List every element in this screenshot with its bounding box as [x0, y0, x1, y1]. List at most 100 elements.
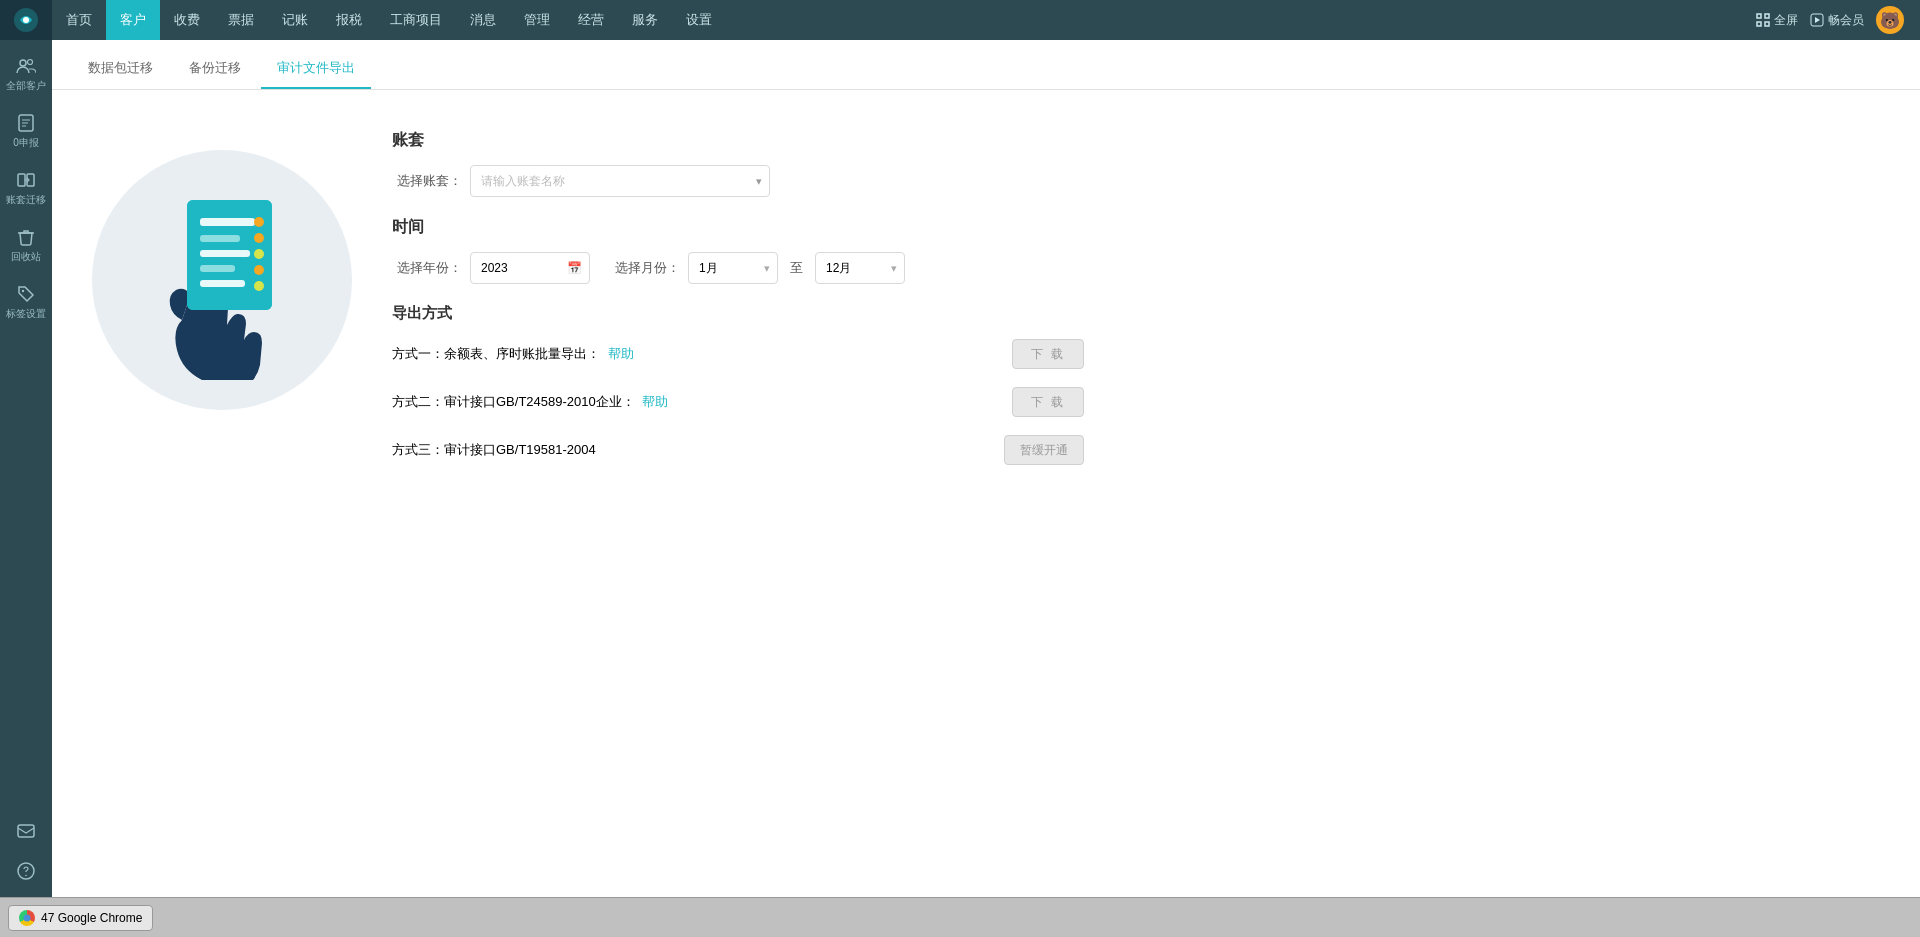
- fullscreen-button[interactable]: 全屏: [1756, 12, 1798, 29]
- svg-rect-22: [200, 265, 235, 272]
- svg-rect-23: [200, 280, 245, 287]
- member-button[interactable]: 畅会员: [1810, 12, 1864, 29]
- page-body: 账套 选择账套： ▾ 时间 选择年份： 📅: [52, 90, 1920, 897]
- export-method-1-download-button[interactable]: 下 载: [1012, 339, 1084, 369]
- sidebar-label-migrate: 账套迁移: [6, 193, 46, 207]
- time-section-title: 时间: [392, 217, 1092, 238]
- sidebar-item-help[interactable]: [2, 853, 50, 889]
- account-select-input[interactable]: [470, 165, 770, 197]
- migrate-icon: [16, 170, 36, 190]
- svg-rect-4: [1757, 22, 1761, 26]
- play-icon: [1810, 13, 1824, 27]
- fullscreen-label: 全屏: [1774, 12, 1798, 29]
- svg-rect-14: [18, 825, 34, 837]
- export-method-1-label: 方式一：余额表、序时账批量导出：: [392, 346, 600, 361]
- chrome-icon: [19, 910, 35, 926]
- time-row: 选择年份： 📅 选择月份： 1月2月3月4月 5月6月7月8月 9月10月11月…: [392, 252, 1092, 284]
- tab-backup-migration[interactable]: 备份迁移: [173, 59, 257, 89]
- svg-point-28: [254, 281, 264, 291]
- month-start-wrapper: 1月2月3月4月 5月6月7月8月 9月10月11月12月 ▾: [688, 252, 778, 284]
- export-method-3-coming-soon-button[interactable]: 暂缓开通: [1004, 435, 1084, 465]
- member-label: 畅会员: [1828, 12, 1864, 29]
- sidebar-item-all-customers[interactable]: 全部客户: [2, 48, 50, 101]
- top-navigation: 首页 客户 收费 票据 记账 报税 工商项目 消息 管理 经营 服务 设置 全屏: [0, 0, 1920, 40]
- account-section-title: 账套: [392, 130, 1092, 151]
- month-end-select[interactable]: 1月2月3月4月 5月6月7月8月 9月10月11月12月: [815, 252, 905, 284]
- svg-rect-21: [200, 250, 250, 257]
- svg-rect-19: [200, 218, 255, 226]
- month-end-wrapper: 1月2月3月4月 5月6月7月8月 9月10月11月12月 ▾: [815, 252, 905, 284]
- to-separator: 至: [786, 259, 807, 277]
- sidebar-item-trash[interactable]: 回收站: [2, 219, 50, 272]
- export-method-3-label: 方式三：审计接口GB/T19581-2004: [392, 442, 596, 457]
- nav-billing[interactable]: 收费: [160, 0, 214, 40]
- nav-invoice[interactable]: 票据: [214, 0, 268, 40]
- svg-point-13: [22, 290, 24, 292]
- account-select-wrapper: ▾: [470, 165, 770, 197]
- taskbar: 47 Google Chrome: [0, 897, 1920, 937]
- taskbar-chrome-label: 47 Google Chrome: [41, 911, 142, 925]
- nav-message[interactable]: 消息: [456, 0, 510, 40]
- nav-tax[interactable]: 报税: [322, 0, 376, 40]
- nav-customer[interactable]: 客户: [106, 0, 160, 40]
- sidebar-item-message[interactable]: [2, 813, 50, 849]
- illustration-circle: [92, 150, 352, 410]
- svg-point-25: [254, 233, 264, 243]
- top-nav-right: 全屏 畅会员 🐻: [1756, 6, 1920, 34]
- nav-business-mgmt[interactable]: 经营: [564, 0, 618, 40]
- export-method-2-row: 方式二：审计接口GB/T24589-2010企业： 帮助 下 载: [392, 387, 1092, 417]
- tab-bar: 数据包迁移 备份迁移 审计文件导出: [52, 40, 1920, 90]
- time-section-divider: 时间: [392, 217, 1092, 238]
- export-method-2-label: 方式二：审计接口GB/T24589-2010企业：: [392, 394, 635, 409]
- nav-service[interactable]: 服务: [618, 0, 672, 40]
- svg-rect-11: [18, 174, 25, 186]
- illustration-area: [92, 120, 352, 867]
- tab-data-migration[interactable]: 数据包迁移: [72, 59, 169, 89]
- sidebar-item-zero-declare[interactable]: 0申报: [2, 105, 50, 158]
- svg-point-26: [254, 249, 264, 259]
- svg-rect-2: [1757, 14, 1761, 18]
- sidebar-item-migrate[interactable]: 账套迁移: [2, 162, 50, 215]
- export-method-1-help-link[interactable]: 帮助: [608, 346, 634, 361]
- tag-icon: [16, 284, 36, 304]
- nav-settings[interactable]: 设置: [672, 0, 726, 40]
- nav-bookkeeping[interactable]: 记账: [268, 0, 322, 40]
- export-method-2-text: 方式二：审计接口GB/T24589-2010企业： 帮助: [392, 393, 668, 411]
- sidebar-item-tag-settings[interactable]: 标签设置: [2, 276, 50, 329]
- message-icon: [16, 821, 36, 841]
- svg-point-9: [28, 60, 33, 65]
- export-method-2-help-link[interactable]: 帮助: [642, 394, 668, 409]
- export-method-1-text: 方式一：余额表、序时账批量导出： 帮助: [392, 345, 634, 363]
- tab-audit-export[interactable]: 审计文件导出: [261, 59, 371, 89]
- avatar[interactable]: 🐻: [1876, 6, 1904, 34]
- trash-icon: [16, 227, 36, 247]
- sidebar-label-all-customers: 全部客户: [6, 79, 46, 93]
- svg-point-1: [23, 17, 29, 23]
- form-area: 账套 选择账套： ▾ 时间 选择年份： 📅: [392, 120, 1092, 867]
- export-section-title: 导出方式: [392, 304, 1092, 323]
- month-start-select[interactable]: 1月2月3月4月 5月6月7月8月 9月10月11月12月: [688, 252, 778, 284]
- export-method-3-row: 方式三：审计接口GB/T19581-2004 暂缓开通: [392, 435, 1092, 465]
- nav-manage[interactable]: 管理: [510, 0, 564, 40]
- illustration-svg: [132, 180, 312, 380]
- svg-point-8: [20, 60, 26, 66]
- sidebar-label-tag-settings: 标签设置: [6, 307, 46, 321]
- account-select-label: 选择账套：: [392, 172, 462, 190]
- export-method-2-download-button[interactable]: 下 载: [1012, 387, 1084, 417]
- svg-point-27: [254, 265, 264, 275]
- nav-business[interactable]: 工商项目: [376, 0, 456, 40]
- month-label: 选择月份：: [610, 259, 680, 277]
- taskbar-chrome-button[interactable]: 47 Google Chrome: [8, 905, 153, 931]
- users-icon: [16, 56, 36, 76]
- sidebar-label-trash: 回收站: [11, 250, 41, 264]
- svg-marker-7: [1815, 17, 1820, 23]
- svg-point-16: [25, 875, 27, 877]
- fullscreen-icon: [1756, 13, 1770, 27]
- year-input-wrapper: 📅: [470, 252, 590, 284]
- logo[interactable]: [0, 0, 52, 40]
- sidebar: 全部客户 0申报 账套迁移 回收站: [0, 40, 52, 897]
- nav-home[interactable]: 首页: [52, 0, 106, 40]
- zero-declare-icon: [16, 113, 36, 133]
- svg-point-24: [254, 217, 264, 227]
- svg-rect-20: [200, 235, 240, 242]
